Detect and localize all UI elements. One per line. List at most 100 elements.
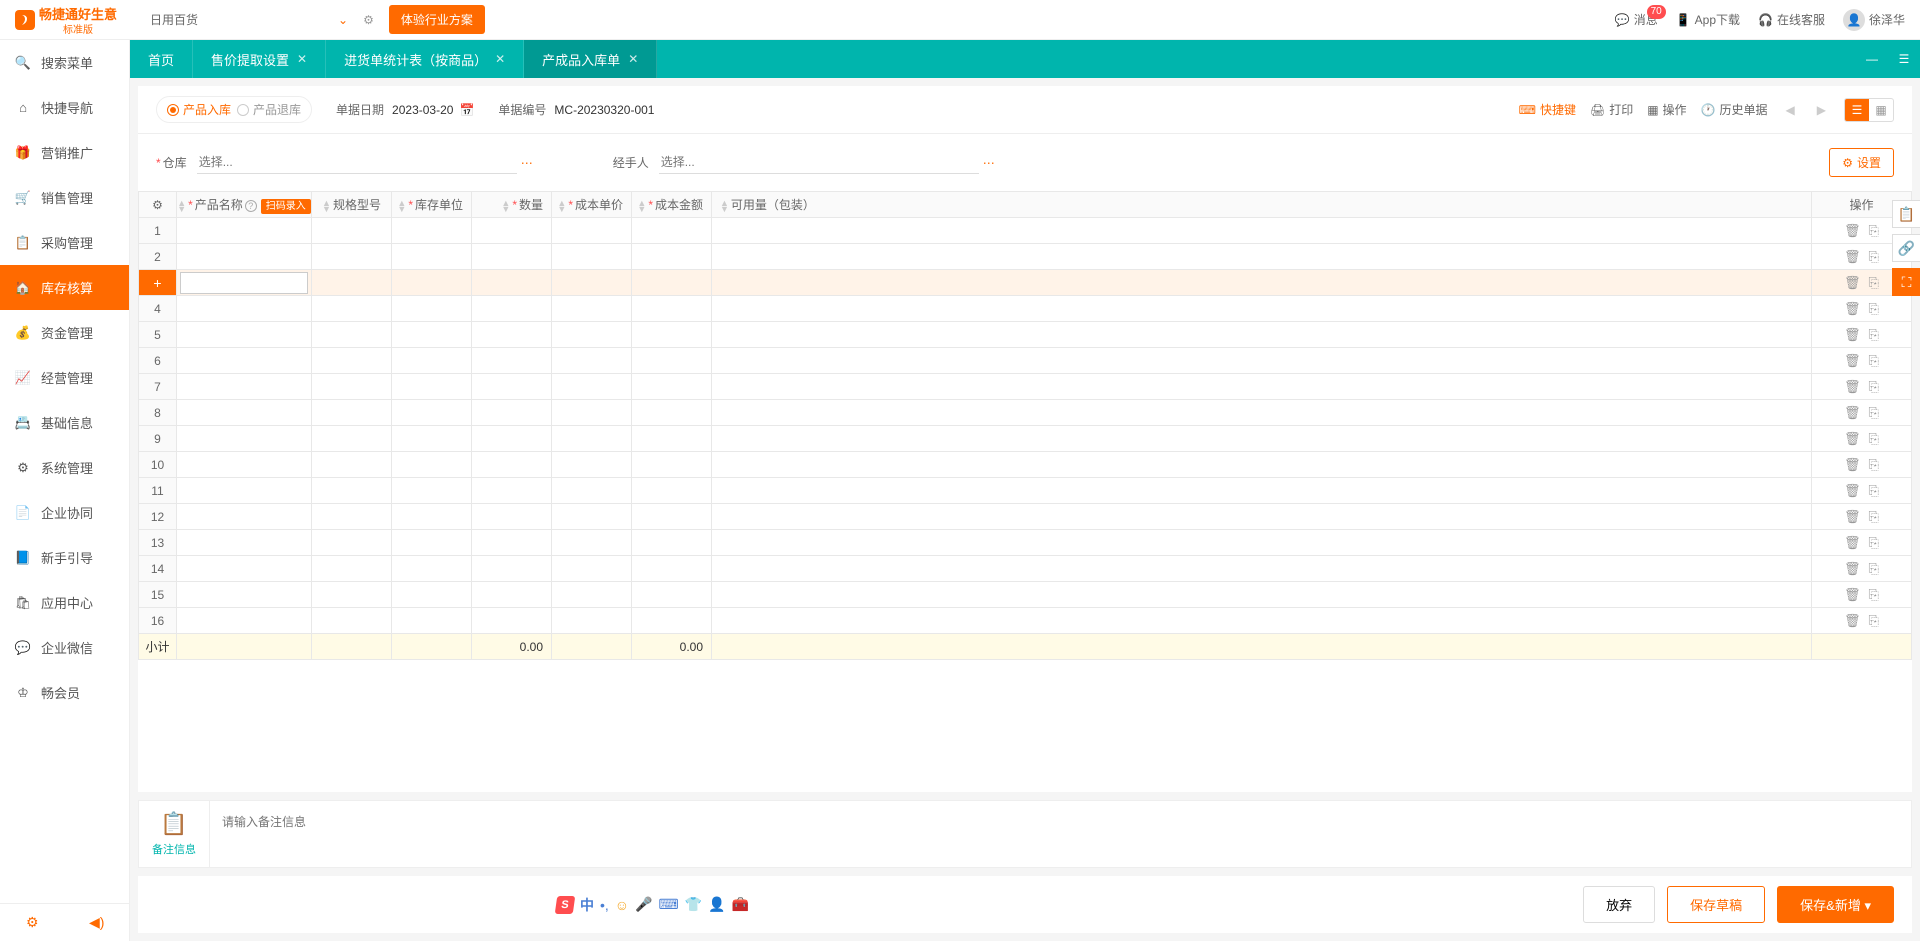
sidebar-settings-button[interactable]: ⚙	[0, 904, 65, 941]
sidebar-item-8[interactable]: 📇基础信息	[0, 400, 129, 445]
setting-button[interactable]: ⚙ 设置	[1829, 148, 1894, 177]
cell-price[interactable]	[552, 218, 632, 244]
table-row[interactable]: 11🗑⎘	[139, 478, 1912, 504]
copy-icon[interactable]: ⎘	[1869, 301, 1879, 316]
cell-unit[interactable]	[392, 426, 472, 452]
delete-icon[interactable]: 🗑	[1844, 587, 1861, 602]
cell-qty[interactable]	[472, 452, 552, 478]
cell-price[interactable]	[552, 608, 632, 634]
cell-spec[interactable]	[312, 426, 392, 452]
table-row[interactable]: 6🗑⎘	[139, 348, 1912, 374]
cell-spec[interactable]	[312, 218, 392, 244]
cell-qty[interactable]	[472, 426, 552, 452]
table-row[interactable]: 5🗑⎘	[139, 322, 1912, 348]
copy-icon[interactable]: ⎘	[1869, 405, 1879, 420]
sidebar-item-9[interactable]: ⚙系统管理	[0, 445, 129, 490]
close-icon[interactable]: ✕	[495, 52, 505, 66]
save-new-button[interactable]: 保存&新增 ▾	[1777, 886, 1894, 923]
sidebar-item-1[interactable]: ⌂快捷导航	[0, 85, 129, 130]
cell-qty[interactable]	[472, 270, 552, 296]
cell-spec[interactable]	[312, 608, 392, 634]
copy-icon[interactable]: ⎘	[1869, 431, 1879, 446]
cell-price[interactable]	[552, 348, 632, 374]
delete-icon[interactable]: 🗑	[1844, 457, 1861, 472]
copy-icon[interactable]: ⎘	[1869, 275, 1879, 290]
cell-unit[interactable]	[392, 452, 472, 478]
sidebar-item-4[interactable]: 📋采购管理	[0, 220, 129, 265]
cell-available[interactable]	[712, 478, 1812, 504]
date-value[interactable]: 2023-03-20	[392, 103, 453, 117]
cell-qty[interactable]	[472, 218, 552, 244]
cell-qty[interactable]	[472, 478, 552, 504]
cell-price[interactable]	[552, 374, 632, 400]
cell-amount[interactable]	[632, 322, 712, 348]
cell-price[interactable]	[552, 270, 632, 296]
messages-link[interactable]: 💬 消息 70	[1615, 11, 1658, 28]
radio-product-out[interactable]: 产品退库	[237, 101, 301, 118]
cell-price[interactable]	[552, 504, 632, 530]
operate-button[interactable]: ▦操作	[1647, 101, 1686, 118]
cell-qty[interactable]	[472, 504, 552, 530]
delete-icon[interactable]: 🗑	[1844, 561, 1861, 576]
cell-available[interactable]	[712, 348, 1812, 374]
tabs-menu-button[interactable]: ☰	[1888, 40, 1920, 78]
cell-qty[interactable]	[472, 348, 552, 374]
next-arrow[interactable]: ▶	[1813, 103, 1830, 117]
cell-qty[interactable]	[472, 400, 552, 426]
sidebar-item-14[interactable]: ♔畅会员	[0, 670, 129, 715]
handler-input[interactable]	[659, 151, 979, 174]
user-menu[interactable]: 👤 徐泽华	[1843, 9, 1905, 31]
cell-spec[interactable]	[312, 270, 392, 296]
cell-spec[interactable]	[312, 582, 392, 608]
sidebar-item-6[interactable]: 💰资金管理	[0, 310, 129, 355]
view-card-button[interactable]: ▦	[1869, 99, 1893, 121]
cell-qty[interactable]	[472, 608, 552, 634]
cell-available[interactable]	[712, 556, 1812, 582]
cell-unit[interactable]	[392, 296, 472, 322]
cell-spec[interactable]	[312, 322, 392, 348]
cell-available[interactable]	[712, 504, 1812, 530]
ime-toolbox-icon[interactable]: 🧰	[732, 896, 749, 913]
sidebar-item-2[interactable]: 🎁营销推广	[0, 130, 129, 175]
cell-price[interactable]	[552, 400, 632, 426]
cell-price[interactable]	[552, 244, 632, 270]
ime-skin-icon[interactable]: 👕	[685, 896, 702, 913]
delete-icon[interactable]: 🗑	[1844, 275, 1861, 290]
cell-available[interactable]	[712, 296, 1812, 322]
delete-icon[interactable]: 🗑	[1844, 431, 1861, 446]
cell-price[interactable]	[552, 452, 632, 478]
delete-icon[interactable]: 🗑	[1844, 223, 1861, 238]
copy-icon[interactable]: ⎘	[1869, 249, 1879, 264]
close-icon[interactable]: ✕	[628, 52, 638, 66]
cell-amount[interactable]	[632, 582, 712, 608]
cell-available[interactable]	[712, 270, 1812, 296]
cell-unit[interactable]	[392, 322, 472, 348]
cell-spec[interactable]	[312, 296, 392, 322]
warehouse-more[interactable]: ⋯	[521, 156, 533, 170]
discard-button[interactable]: 放弃	[1583, 886, 1655, 923]
cell-qty[interactable]	[472, 296, 552, 322]
ime-emoji-icon[interactable]: ☺	[615, 897, 629, 913]
side-tab-3[interactable]: ⛶	[1892, 268, 1920, 296]
experience-button[interactable]: 体验行业方案	[389, 5, 485, 34]
delete-icon[interactable]: 🗑	[1844, 249, 1861, 264]
cell-amount[interactable]	[632, 478, 712, 504]
copy-icon[interactable]: ⎘	[1869, 223, 1879, 238]
sidebar-collapse-button[interactable]: ◀)	[65, 904, 130, 941]
copy-icon[interactable]: ⎘	[1869, 457, 1879, 472]
cell-available[interactable]	[712, 426, 1812, 452]
table-row[interactable]: 13🗑⎘	[139, 530, 1912, 556]
tab-2[interactable]: 进货单统计表（按商品）✕	[326, 40, 524, 78]
th-name[interactable]: ▲▼*产品名称?扫码录入	[177, 192, 312, 218]
cell-name[interactable]	[177, 530, 312, 556]
shortcut-button[interactable]: ⌨快捷键	[1519, 101, 1576, 118]
th-qty[interactable]: ▲▼*数量	[472, 192, 552, 218]
table-row[interactable]: 1🗑⎘	[139, 218, 1912, 244]
table-row[interactable]: 12🗑⎘	[139, 504, 1912, 530]
cell-amount[interactable]	[632, 504, 712, 530]
ime-mic-icon[interactable]: 🎤	[635, 896, 652, 913]
cell-spec[interactable]	[312, 556, 392, 582]
cell-name[interactable]	[177, 478, 312, 504]
cell-unit[interactable]	[392, 348, 472, 374]
product-name-input[interactable]	[180, 272, 309, 294]
